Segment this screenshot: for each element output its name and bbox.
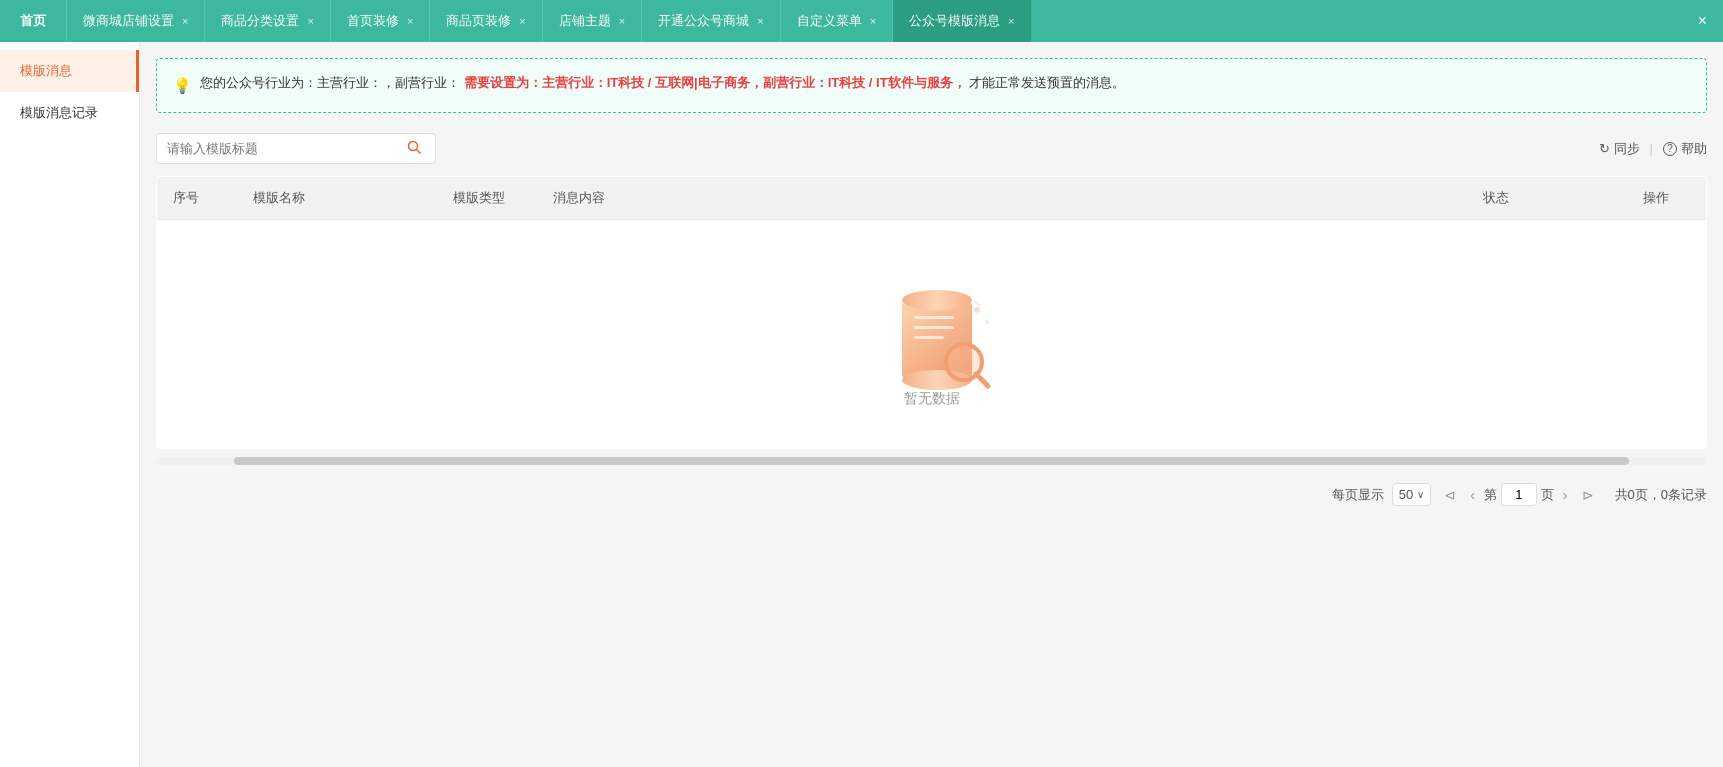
next-page-button[interactable]: › [1558, 485, 1573, 505]
sidebar-item-template-record[interactable]: 模版消息记录 [0, 92, 139, 134]
svg-line-9 [976, 374, 988, 386]
data-table: 序号 模版名称 模版类型 消息内容 状态 操作 [156, 176, 1707, 449]
prev-page-button[interactable]: ‹ [1465, 485, 1480, 505]
last-page-button[interactable]: ⊳ [1577, 485, 1599, 505]
search-button[interactable] [397, 134, 431, 163]
search-input[interactable] [157, 134, 397, 163]
bulb-icon: 💡 [173, 74, 192, 98]
scroll-thumb[interactable] [234, 457, 1630, 465]
top-nav: 首页 微商城店铺设置 × 商品分类设置 × 首页装修 × 商品页装修 × 店铺主… [0, 0, 1723, 42]
info-box-text: 您的公众号行业为：主营行业：，副营行业： 需要设置为：主营行业：IT科技 / 互… [200, 73, 1125, 94]
close-mall-icon[interactable]: × [757, 15, 763, 27]
nav-tab-homepage[interactable]: 首页装修 × [331, 0, 430, 42]
toolbar-right: ↻ 同步 | ? 帮助 [1599, 140, 1707, 158]
close-menu-icon[interactable]: × [870, 15, 876, 27]
per-page-value: 50 [1399, 487, 1413, 502]
nav-tab-weshop-label: 微商城店铺设置 [83, 12, 174, 30]
horizontal-scrollbar[interactable] [156, 457, 1707, 465]
page-input-wrap: 第 页 [1484, 483, 1554, 506]
empty-row: 暂无数据 [157, 220, 1707, 449]
nav-tab-home-label: 首页 [20, 12, 46, 30]
svg-point-11 [985, 320, 989, 324]
svg-rect-6 [914, 326, 954, 329]
nav-tab-theme[interactable]: 店铺主题 × [543, 0, 642, 42]
close-homepage-icon[interactable]: × [407, 15, 413, 27]
nav-tab-home[interactable]: 首页 [0, 0, 67, 42]
close-category-icon[interactable]: × [307, 15, 313, 27]
page-label: 第 [1484, 486, 1497, 504]
svg-point-10 [974, 307, 980, 313]
nav-tab-template-label: 公众号模版消息 [909, 12, 1000, 30]
close-all-button[interactable]: × [1682, 12, 1723, 30]
nav-tab-mall[interactable]: 开通公众号商城 × [642, 0, 780, 42]
search-bar: ↻ 同步 | ? 帮助 [156, 133, 1707, 164]
col-header-status: 状态 [1467, 177, 1607, 220]
info-highlight: 需要设置为：主营行业：IT科技 / 互联网|电子商务，副营行业：IT科技 / I… [464, 75, 966, 90]
page-number-input[interactable] [1501, 483, 1537, 506]
search-input-wrap[interactable] [156, 133, 436, 164]
nav-tab-category[interactable]: 商品分类设置 × [205, 0, 330, 42]
close-theme-icon[interactable]: × [619, 15, 625, 27]
help-label: 帮助 [1681, 140, 1707, 158]
nav-tab-product[interactable]: 商品页装修 × [430, 0, 542, 42]
first-page-button[interactable]: ⊲ [1439, 485, 1461, 505]
nav-tab-homepage-label: 首页装修 [347, 12, 399, 30]
nav-tab-menu[interactable]: 自定义菜单 × [781, 0, 893, 42]
help-circle-icon: ? [1663, 142, 1677, 156]
nav-tab-weshop[interactable]: 微商城店铺设置 × [67, 0, 205, 42]
empty-illustration [882, 280, 982, 390]
close-template-icon[interactable]: × [1008, 15, 1014, 27]
sidebar-item-template-msg-label: 模版消息 [20, 63, 72, 78]
nav-tab-mall-label: 开通公众号商城 [658, 12, 749, 30]
svg-line-12 [974, 300, 980, 306]
info-box: 💡 您的公众号行业为：主营行业：，副营行业： 需要设置为：主营行业：IT科技 /… [156, 58, 1707, 113]
info-suffix: 才能正常发送预置的消息。 [969, 75, 1125, 90]
empty-cell: 暂无数据 [157, 220, 1707, 449]
toolbar-divider: | [1650, 141, 1653, 156]
main-content: 💡 您的公众号行业为：主营行业：，副营行业： 需要设置为：主营行业：IT科技 /… [140, 42, 1723, 767]
close-weshop-icon[interactable]: × [182, 15, 188, 27]
pagination: 每页显示 50 ∨ ⊲ ‹ 第 页 › ⊳ 共0页，0条记录 [156, 473, 1707, 516]
nav-tab-product-label: 商品页装修 [446, 12, 511, 30]
close-product-icon[interactable]: × [519, 15, 525, 27]
per-page-label: 每页显示 [1332, 486, 1384, 504]
svg-point-3 [902, 290, 972, 310]
nav-tab-template[interactable]: 公众号模版消息 × [893, 0, 1031, 42]
close-all-icon: × [1698, 12, 1707, 30]
nav-tab-menu-label: 自定义菜单 [797, 12, 862, 30]
sync-button[interactable]: ↻ 同步 [1599, 140, 1640, 158]
col-header-action: 操作 [1607, 177, 1707, 220]
col-header-type: 模版类型 [437, 177, 537, 220]
empty-state: 暂无数据 [157, 220, 1706, 448]
svg-line-1 [417, 150, 421, 154]
col-header-content: 消息内容 [537, 177, 1467, 220]
total-info: 共0页，0条记录 [1615, 486, 1707, 504]
page-nav: ⊲ ‹ 第 页 › ⊳ [1439, 483, 1598, 506]
info-prefix: 您的公众号行业为：主营行业：，副营行业： [200, 75, 460, 90]
sidebar-item-template-record-label: 模版消息记录 [20, 105, 98, 120]
page-unit: 页 [1541, 486, 1554, 504]
help-button[interactable]: ? 帮助 [1663, 140, 1707, 158]
page-layout: 模版消息 模版消息记录 💡 您的公众号行业为：主营行业：，副营行业： 需要设置为… [0, 42, 1723, 767]
col-header-name: 模版名称 [237, 177, 437, 220]
sync-label: 同步 [1614, 140, 1640, 158]
nav-tab-category-label: 商品分类设置 [221, 12, 299, 30]
table-header-row: 序号 模版名称 模版类型 消息内容 状态 操作 [157, 177, 1707, 220]
nav-tab-theme-label: 店铺主题 [559, 12, 611, 30]
sidebar: 模版消息 模版消息记录 [0, 42, 140, 767]
col-header-index: 序号 [157, 177, 237, 220]
sidebar-item-template-msg[interactable]: 模版消息 [0, 50, 139, 92]
sync-icon: ↻ [1599, 141, 1610, 156]
svg-rect-5 [914, 316, 954, 319]
per-page-select[interactable]: 50 ∨ [1392, 483, 1431, 506]
svg-rect-7 [914, 336, 944, 339]
chevron-down-icon: ∨ [1417, 489, 1424, 500]
